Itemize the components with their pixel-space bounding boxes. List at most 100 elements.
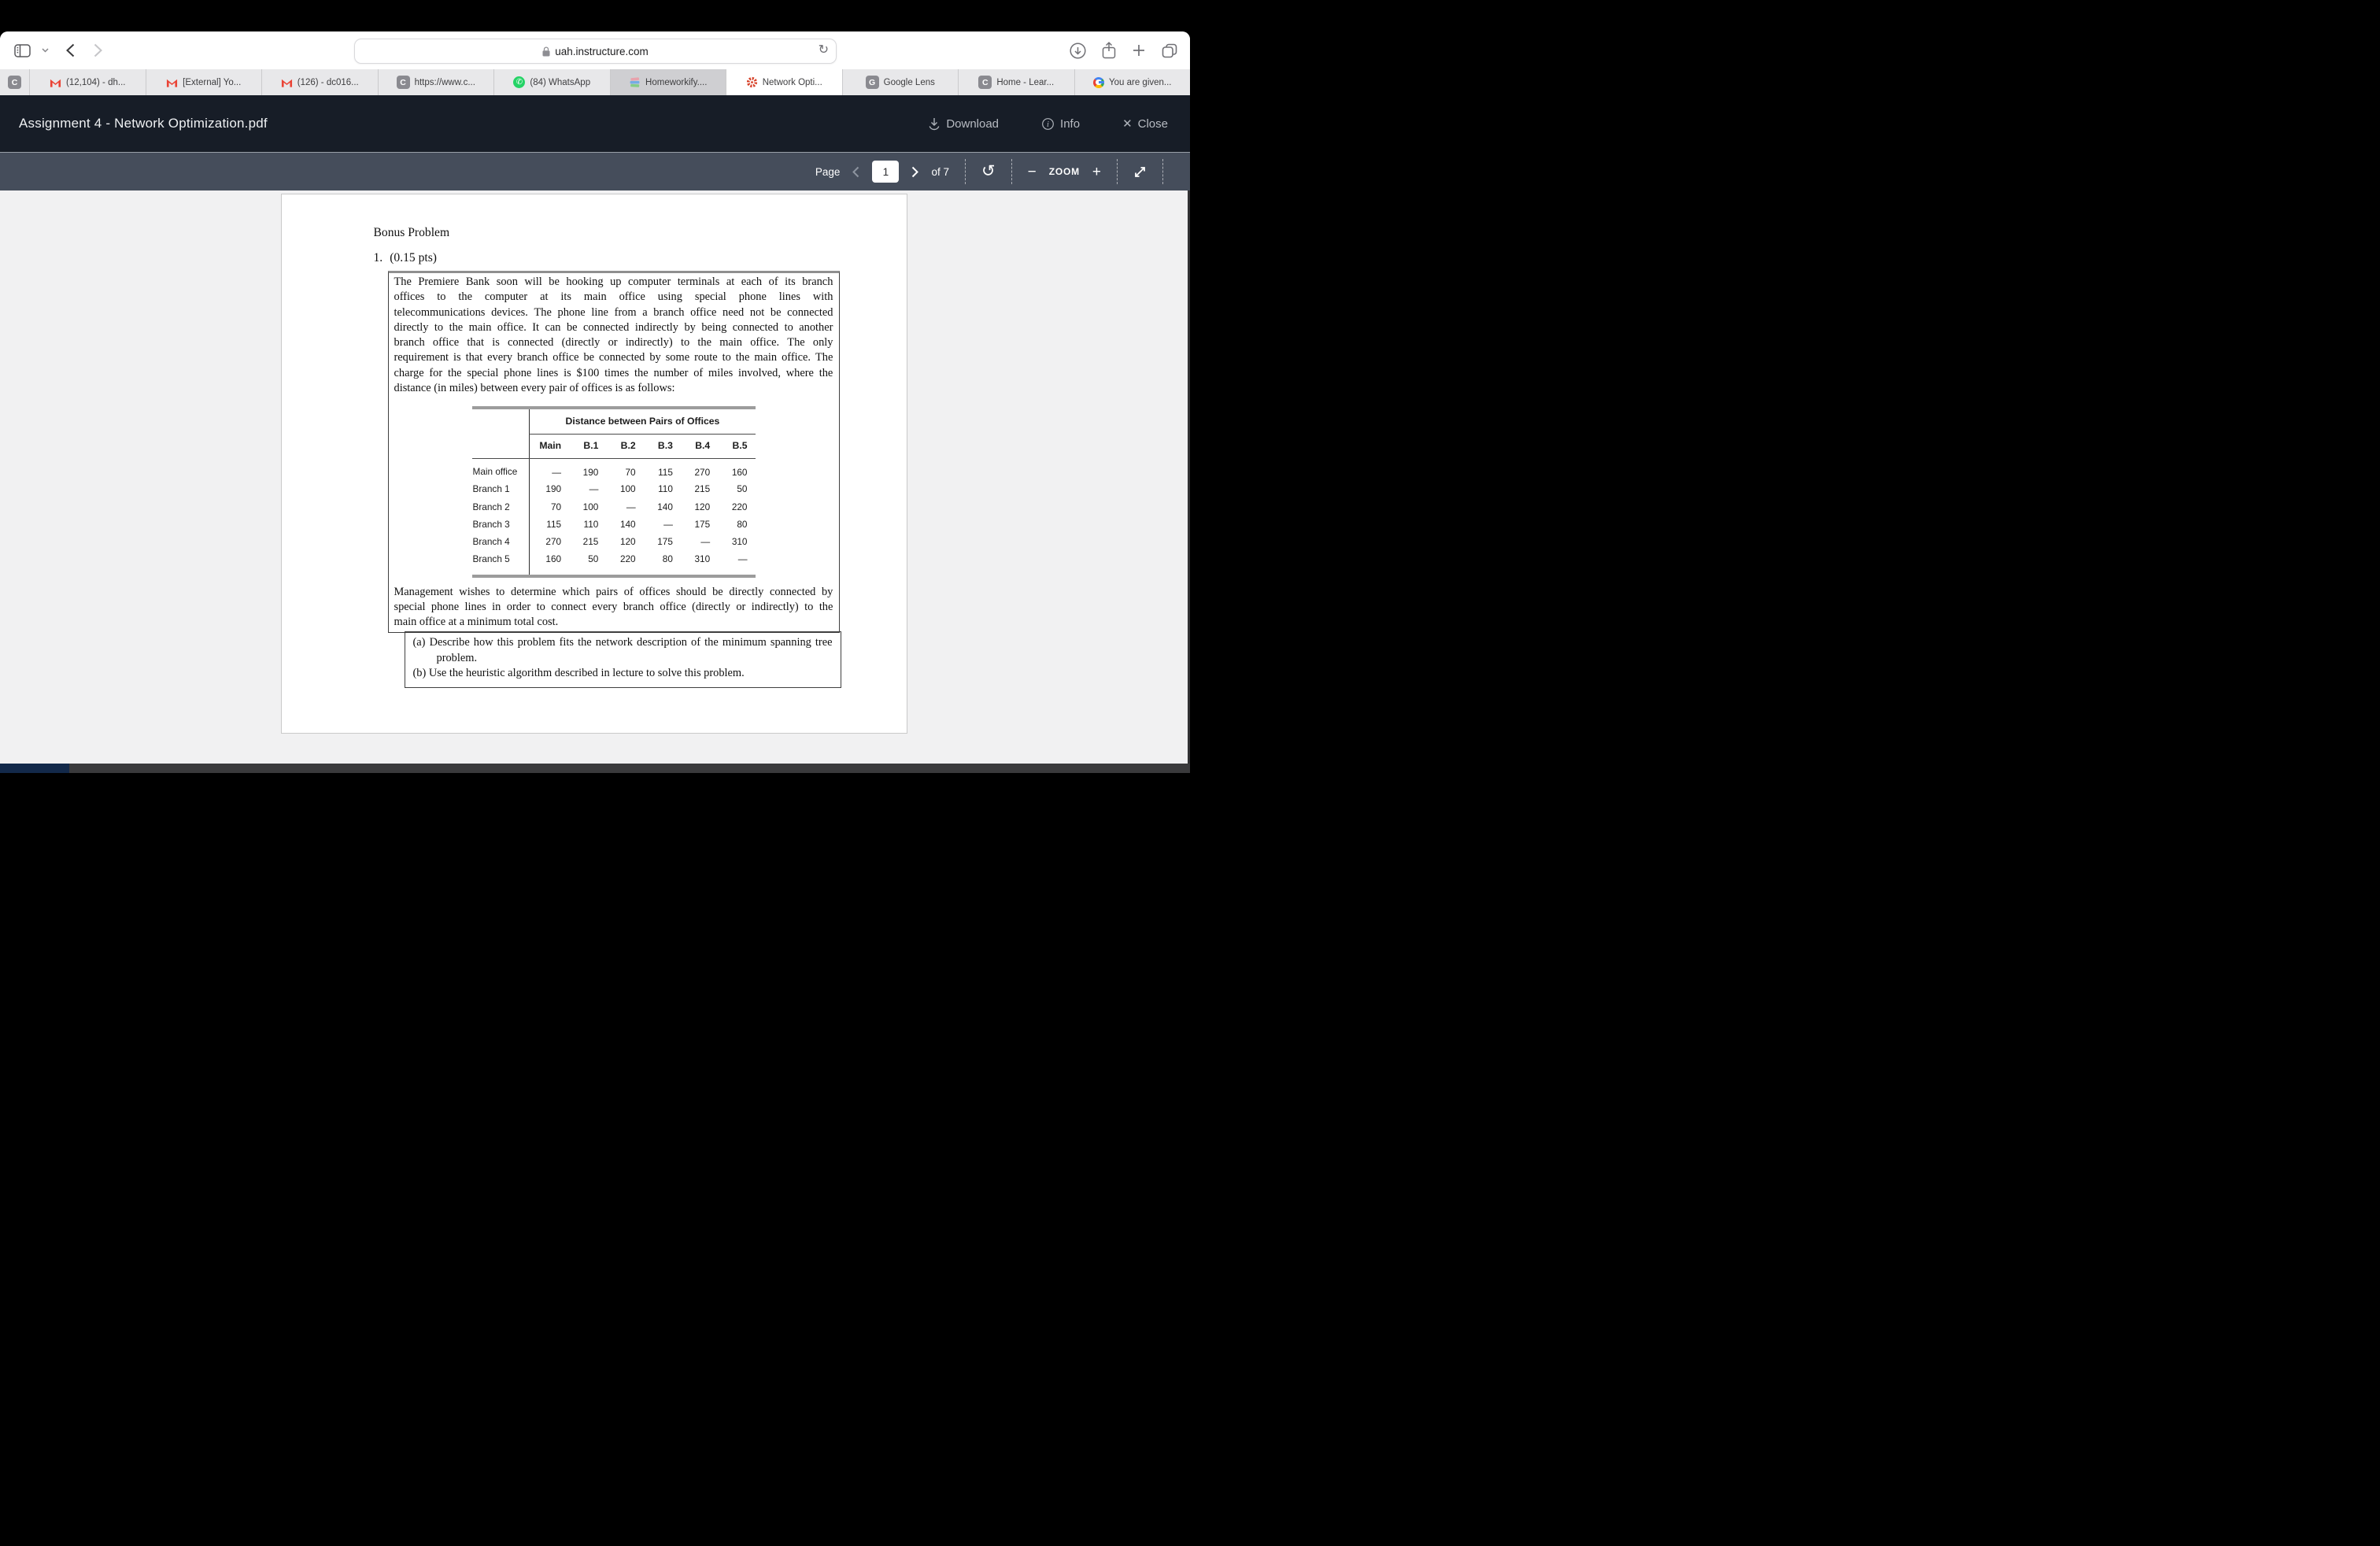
table-column-header: B.5 [718, 434, 756, 459]
table-row: Main office — 190 70 115 270 160 [472, 458, 756, 481]
table-column-header: B.1 [569, 434, 607, 459]
close-icon: ✕ [1122, 117, 1133, 131]
pdf-page: Bonus Problem 1. (0.15 pts) The Premiere Ba… [280, 194, 907, 734]
text-line: directly to the main office. It can be connected… [394, 320, 833, 334]
table-cell: 270 [694, 466, 711, 478]
gmail-icon [281, 78, 293, 87]
fullscreen-button[interactable] [1133, 165, 1147, 179]
problem-item-line: 1. (0.15 pts) [374, 251, 907, 265]
table-title: Distance between Pairs of Offices [529, 408, 756, 435]
sidebar-toggle-button[interactable] [14, 43, 31, 57]
page-label: Page [815, 165, 841, 178]
questions-box: (a) Describe how this problem fits the n… [404, 631, 841, 688]
question-item: (b) Use the heuristic algorithm describe… [412, 667, 745, 680]
table-cell: 220 [619, 553, 636, 564]
forward-button[interactable] [94, 43, 102, 57]
tab-you-are-given[interactable]: You are given... [1074, 69, 1191, 95]
tab-external-yo[interactable]: [External] Yo... [145, 69, 262, 95]
tab-84-whatsapp[interactable]: ✆ (84) WhatsApp [493, 69, 610, 95]
table-column-header: B.4 [680, 434, 719, 459]
tab-pinned[interactable]: C [0, 69, 29, 95]
expand-icon [1135, 166, 1145, 177]
chevron-left-icon [852, 166, 859, 177]
browser-toolbar: uah.instructure.com ↻ [0, 31, 1190, 69]
previous-page-button[interactable] [852, 166, 859, 178]
downloads-button[interactable] [1070, 42, 1086, 59]
tab-overview-button[interactable] [1162, 43, 1177, 58]
text-line: requirement is that every branch office be conn… [394, 351, 833, 364]
distance-table-grid: Distance between Pairs of Offices Main B.1… [471, 406, 756, 578]
sidebar-dropdown-button[interactable] [42, 48, 49, 53]
pdf-viewer-area[interactable]: Bonus Problem 1. (0.15 pts) The Premiere Ba… [0, 190, 1190, 764]
back-button[interactable] [66, 43, 75, 57]
share-icon [1102, 42, 1116, 59]
zoom-out-button[interactable]: − [1028, 165, 1037, 179]
pdf-viewer-toolbar: Page 1 of 7 ↺ − ZOOM + [0, 152, 1190, 190]
text-line: offices to the computer at its main office using… [394, 290, 833, 304]
text-line: branch office that is connected (directly or in… [394, 336, 833, 350]
table-cell: — [589, 483, 599, 495]
document-heading: Bonus Problem [373, 226, 450, 239]
sidebar-icon [14, 43, 31, 57]
tab-label: Home - Lear... [996, 77, 1055, 87]
page-count-label: of 7 [931, 165, 949, 178]
canvas-icon [746, 76, 758, 88]
table-row-label: Branch 4 [472, 536, 510, 548]
table-cell: 115 [529, 516, 570, 534]
info-button[interactable]: i Info [1041, 117, 1080, 131]
distance-table: Distance between Pairs of Offices Main B.1… [394, 406, 833, 578]
table-row: Branch 5 160 50 220 80 310 — [472, 550, 756, 576]
table-cell: 160 [529, 550, 570, 576]
table-cell: 100 [582, 501, 599, 512]
problem-statement-box: The Premiere Bank soon will be hooking up comput… [387, 271, 840, 633]
table-cell: 220 [731, 501, 748, 512]
tab-https-www-c[interactable]: Chttps://www.c... [377, 69, 494, 95]
zoom-in-button[interactable]: + [1092, 165, 1101, 179]
plus-icon [1133, 45, 1144, 56]
table-row-label: Main office [472, 465, 518, 477]
table-cell: — [700, 536, 711, 548]
tab-label: https://www.c... [414, 77, 475, 87]
tab-12-104-dh[interactable]: (12,104) - dh... [29, 69, 146, 95]
text-line: The Premiere Bank soon will be hooking up comput… [394, 276, 833, 288]
tab-home-lear[interactable]: C Home - Lear... [958, 69, 1074, 95]
address-url: uah.instructure.com [555, 45, 649, 57]
table-cell: 140 [657, 501, 673, 512]
new-tab-button[interactable] [1132, 43, 1146, 57]
table-cell: — [663, 518, 673, 530]
tab-126-dc016[interactable]: (126) - dc016... [261, 69, 378, 95]
table-cell: 120 [619, 536, 636, 548]
whatsapp-icon: ✆ [513, 76, 526, 88]
table-cell: 270 [529, 533, 570, 551]
table-cell: — [737, 553, 748, 564]
rotate-button[interactable]: ↺ [981, 163, 996, 179]
address-bar[interactable]: uah.instructure.com ↻ [354, 39, 837, 64]
reload-button[interactable]: ↻ [819, 42, 829, 57]
share-button[interactable] [1102, 42, 1116, 59]
page-number-input[interactable]: 1 [872, 161, 900, 183]
books-icon [629, 76, 641, 88]
text-line: Management wishes to determine which pairs of o… [394, 585, 833, 598]
info-label: Info [1060, 117, 1081, 131]
table-cell: — [529, 458, 570, 481]
text-line: charge for the special phone lines is $100 times… [394, 366, 833, 379]
table-row-label: Branch 5 [472, 553, 510, 565]
close-label: Close [1137, 117, 1168, 131]
chevron-right-icon [94, 43, 102, 57]
tab-label: (12,104) - dh... [66, 77, 126, 87]
table-cell: 110 [583, 518, 599, 530]
tab-overview-icon [1162, 43, 1177, 57]
tab-network-opti[interactable]: Network Opti... [726, 69, 842, 95]
chevron-left-icon [66, 43, 75, 57]
tab-google-lens[interactable]: G Google Lens [841, 69, 959, 95]
tab-homeworkify[interactable]: Homeworkify.... [609, 69, 726, 95]
table-row: Branch 2 70 100 — 140 120 220 [472, 498, 756, 516]
table-cell: 310 [694, 553, 711, 564]
close-button[interactable]: ✕ Close [1122, 117, 1168, 131]
table-cell: 160 [731, 466, 748, 478]
document-content: Bonus Problem 1. (0.15 pts) The Premiere Ba… [282, 194, 907, 688]
table-cell: 70 [529, 498, 570, 516]
gmail-icon [50, 78, 61, 87]
download-button[interactable]: Download [928, 117, 999, 131]
next-page-button[interactable] [911, 166, 919, 178]
